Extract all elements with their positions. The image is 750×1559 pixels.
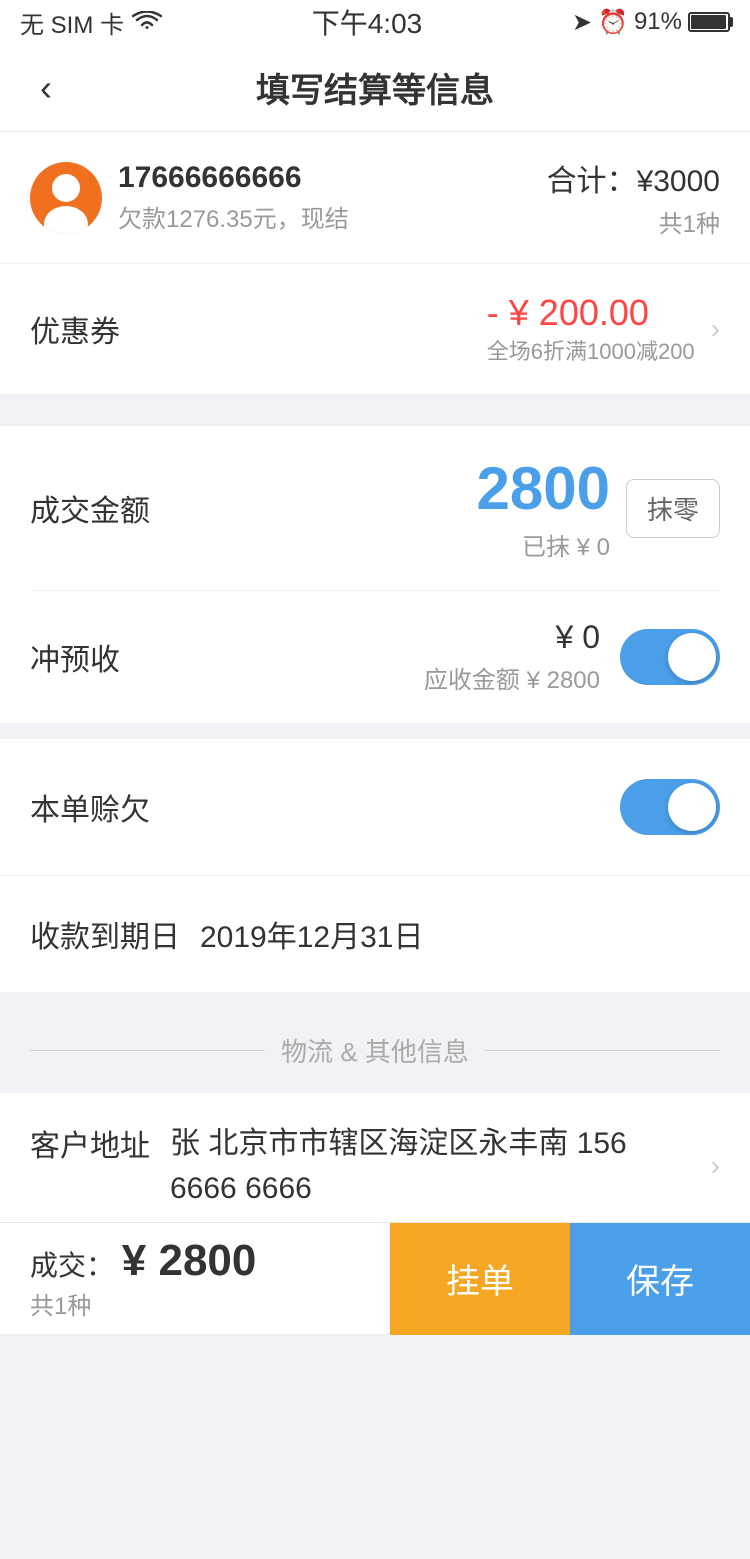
status-left: 无 SIM 卡 xyxy=(20,5,162,40)
prepay-toggle[interactable] xyxy=(620,629,720,685)
section-gap-3 xyxy=(0,992,750,1008)
user-left: 17666666666 欠款1276.35元，现结 xyxy=(30,161,349,234)
bottom-count: 共1种 xyxy=(30,1286,360,1321)
transaction-value-right: 2800 已抹 ¥ 0 xyxy=(477,454,610,562)
address-label: 客户地址 xyxy=(30,1121,150,1165)
address-chevron-icon: › xyxy=(711,1150,720,1182)
coupon-right: - ¥ 200.00 全场6折满1000减200 › xyxy=(487,292,720,366)
debt-label: 本单赊欠 xyxy=(30,785,150,829)
prepay-toggle-knob xyxy=(668,633,716,681)
item-count: 共1种 xyxy=(547,204,720,239)
user-info: 17666666666 欠款1276.35元，现结 xyxy=(118,161,349,234)
battery-percent: 91% xyxy=(634,8,682,36)
due-date: 2019年12月31日 xyxy=(200,912,423,956)
transaction-sub: 已抹 ¥ 0 xyxy=(477,527,610,562)
status-right: ➤ ⏰ 91% xyxy=(572,8,730,37)
bottom-label: 成交： xyxy=(30,1250,114,1281)
address-row[interactable]: 客户地址 张 北京市市辖区海淀区永丰南 156 6666 6666 › xyxy=(0,1093,750,1239)
section-gap-1 xyxy=(0,410,750,426)
status-bar: 无 SIM 卡 下午4:03 ➤ ⏰ 91% xyxy=(0,0,750,44)
bottom-label-row: 成交： ¥ 2800 xyxy=(30,1236,360,1286)
wifi-icon xyxy=(132,11,162,33)
user-phone: 17666666666 xyxy=(118,161,349,195)
user-row: 17666666666 欠款1276.35元，现结 合计：¥3000 共1种 xyxy=(0,132,750,263)
transaction-label: 成交金额 xyxy=(30,486,150,530)
bottom-summary: 成交： ¥ 2800 共1种 xyxy=(0,1236,390,1321)
section-gap-2 xyxy=(0,723,750,739)
coupon-label: 优惠券 xyxy=(30,307,120,351)
carrier-text: 无 SIM 卡 xyxy=(20,5,124,40)
debt-toggle[interactable] xyxy=(620,779,720,835)
debt-row: 本单赊欠 xyxy=(0,739,750,875)
bottom-bar: 成交： ¥ 2800 共1种 挂单 保存 xyxy=(0,1222,750,1334)
prepay-right: ¥ 0 应收金额 ¥ 2800 xyxy=(424,619,720,695)
due-row: 收款到期日 2019年12月31日 xyxy=(0,875,750,992)
debt-toggle-knob xyxy=(668,783,716,831)
prepay-label: 冲预收 xyxy=(30,635,120,679)
status-time: 下午4:03 xyxy=(312,2,423,42)
coupon-amount: - ¥ 200.00 xyxy=(487,292,649,333)
back-button[interactable]: ‹ xyxy=(30,57,62,119)
total-amount: 合计：¥3000 xyxy=(547,156,720,200)
prepay-sub-amount: 应收金额 ¥ 2800 xyxy=(424,660,600,695)
logistics-header: 物流 & 其他信息 xyxy=(0,1008,750,1093)
save-button[interactable]: 保存 xyxy=(570,1223,750,1335)
transaction-value: 2800 已抹 ¥ 0 抹零 xyxy=(477,454,721,562)
prepay-row: 冲预收 ¥ 0 应收金额 ¥ 2800 xyxy=(30,591,720,723)
transaction-section: 成交金额 2800 已抹 ¥ 0 抹零 冲预收 ¥ 0 应收金额 ¥ 2800 xyxy=(0,426,750,723)
bottom-amount: ¥ 2800 xyxy=(122,1236,257,1285)
page-title: 填写结算等信息 xyxy=(256,63,494,112)
avatar xyxy=(30,162,102,234)
location-icon: ➤ xyxy=(572,8,592,37)
prepay-amount: ¥ 0 应收金额 ¥ 2800 xyxy=(424,619,600,695)
logistics-line-right xyxy=(485,1050,720,1051)
user-info-card: 17666666666 欠款1276.35元，现结 合计：¥3000 共1种 优… xyxy=(0,132,750,394)
prepay-main-amount: ¥ 0 xyxy=(424,619,600,656)
coupon-desc: 全场6折满1000减200 xyxy=(487,334,695,366)
user-right: 合计：¥3000 共1种 xyxy=(547,156,720,239)
user-sub: 欠款1276.35元，现结 xyxy=(118,199,349,234)
logistics-title: 物流 & 其他信息 xyxy=(281,1032,469,1069)
alarm-icon: ⏰ xyxy=(598,8,628,37)
logistics-line-left xyxy=(30,1050,265,1051)
round-zero-button[interactable]: 抹零 xyxy=(626,479,720,538)
transaction-amount: 2800 xyxy=(477,455,610,522)
address-content: 张 北京市市辖区海淀区永丰南 156 6666 6666 xyxy=(170,1121,701,1211)
due-label: 收款到期日 xyxy=(30,912,180,956)
coupon-row[interactable]: 优惠券 - ¥ 200.00 全场6折满1000减200 › xyxy=(0,263,750,394)
battery-icon xyxy=(688,12,730,32)
coupon-chevron-icon: › xyxy=(711,313,720,345)
hang-button[interactable]: 挂单 xyxy=(390,1223,570,1335)
transaction-row: 成交金额 2800 已抹 ¥ 0 抹零 xyxy=(30,426,720,591)
coupon-value: - ¥ 200.00 全场6折满1000减200 xyxy=(487,292,695,366)
content: 17666666666 欠款1276.35元，现结 合计：¥3000 共1种 优… xyxy=(0,132,750,1559)
nav-bar: ‹ 填写结算等信息 xyxy=(0,44,750,132)
